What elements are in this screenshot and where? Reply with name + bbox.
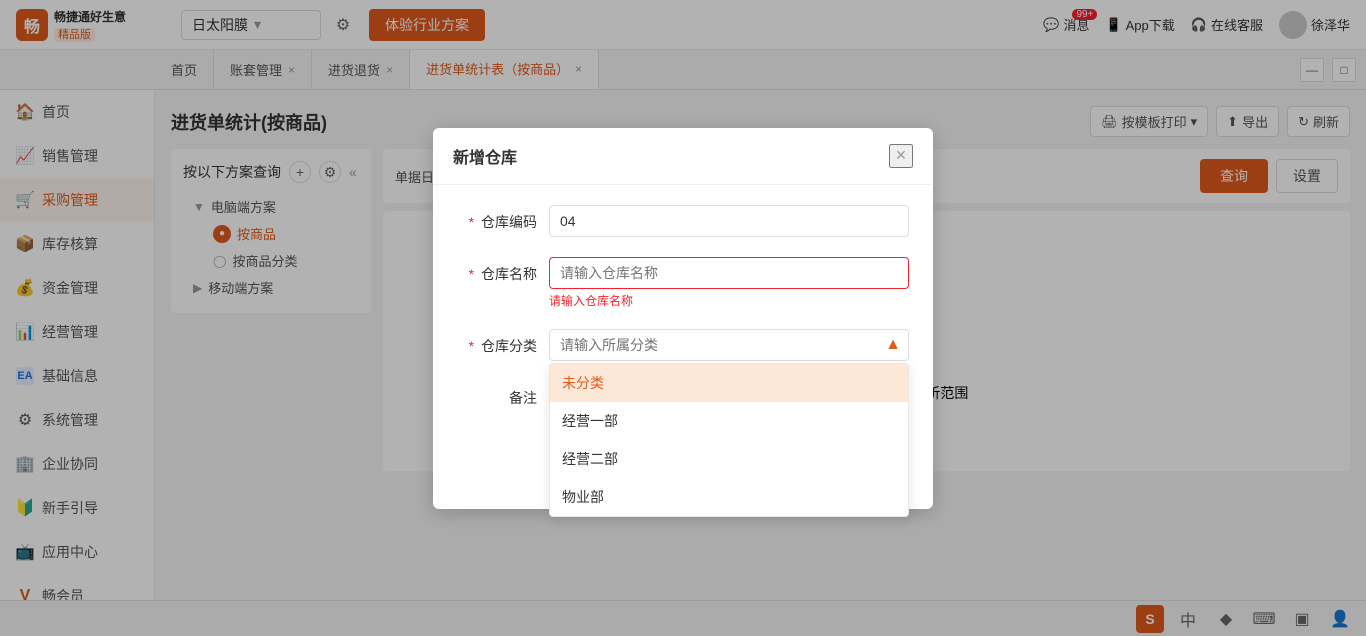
category-required-mark: * (469, 338, 474, 354)
remark-label: 备注 (457, 381, 537, 408)
name-required-mark: * (469, 266, 474, 282)
code-input[interactable] (549, 205, 909, 237)
dropdown-item-uncategorized[interactable]: 未分类 (550, 364, 908, 402)
category-label: * 仓库分类 (457, 329, 537, 356)
modal-body: * 仓库编码 * 仓库名称 请输入仓库名称 (433, 185, 933, 453)
modal-close-button[interactable]: × (889, 144, 913, 168)
category-input[interactable] (549, 329, 909, 361)
code-label: * 仓库编码 (457, 205, 537, 232)
name-control: 请输入仓库名称 (549, 257, 909, 309)
dropdown-item-dept1[interactable]: 经营一部 (550, 402, 908, 440)
category-dropdown: 未分类 经营一部 经营二部 物业部 (549, 363, 909, 517)
category-control: ▲ 未分类 经营一部 经营二部 物业部 (549, 329, 909, 361)
dropdown-item-dept2[interactable]: 经营二部 (550, 440, 908, 478)
dropdown-item-property[interactable]: 物业部 (550, 478, 908, 516)
form-row-name: * 仓库名称 请输入仓库名称 (457, 257, 909, 309)
name-label: * 仓库名称 (457, 257, 537, 284)
code-required-mark: * (469, 214, 474, 230)
form-row-category: * 仓库分类 ▲ 未分类 经营一部 经营二部 物业部 (457, 329, 909, 361)
category-input-wrapper: ▲ (549, 329, 909, 361)
name-input[interactable] (549, 257, 909, 289)
modal-header: 新增仓库 × (433, 128, 933, 185)
form-row-code: * 仓库编码 (457, 205, 909, 237)
category-toggle-button[interactable]: ▲ (885, 336, 901, 354)
name-error-message: 请输入仓库名称 (549, 292, 909, 309)
new-warehouse-modal: 新增仓库 × * 仓库编码 * 仓库名称 (433, 128, 933, 509)
modal-title: 新增仓库 (453, 144, 517, 168)
modal-overlay[interactable]: 新增仓库 × * 仓库编码 * 仓库名称 (0, 0, 1366, 636)
code-control (549, 205, 909, 237)
